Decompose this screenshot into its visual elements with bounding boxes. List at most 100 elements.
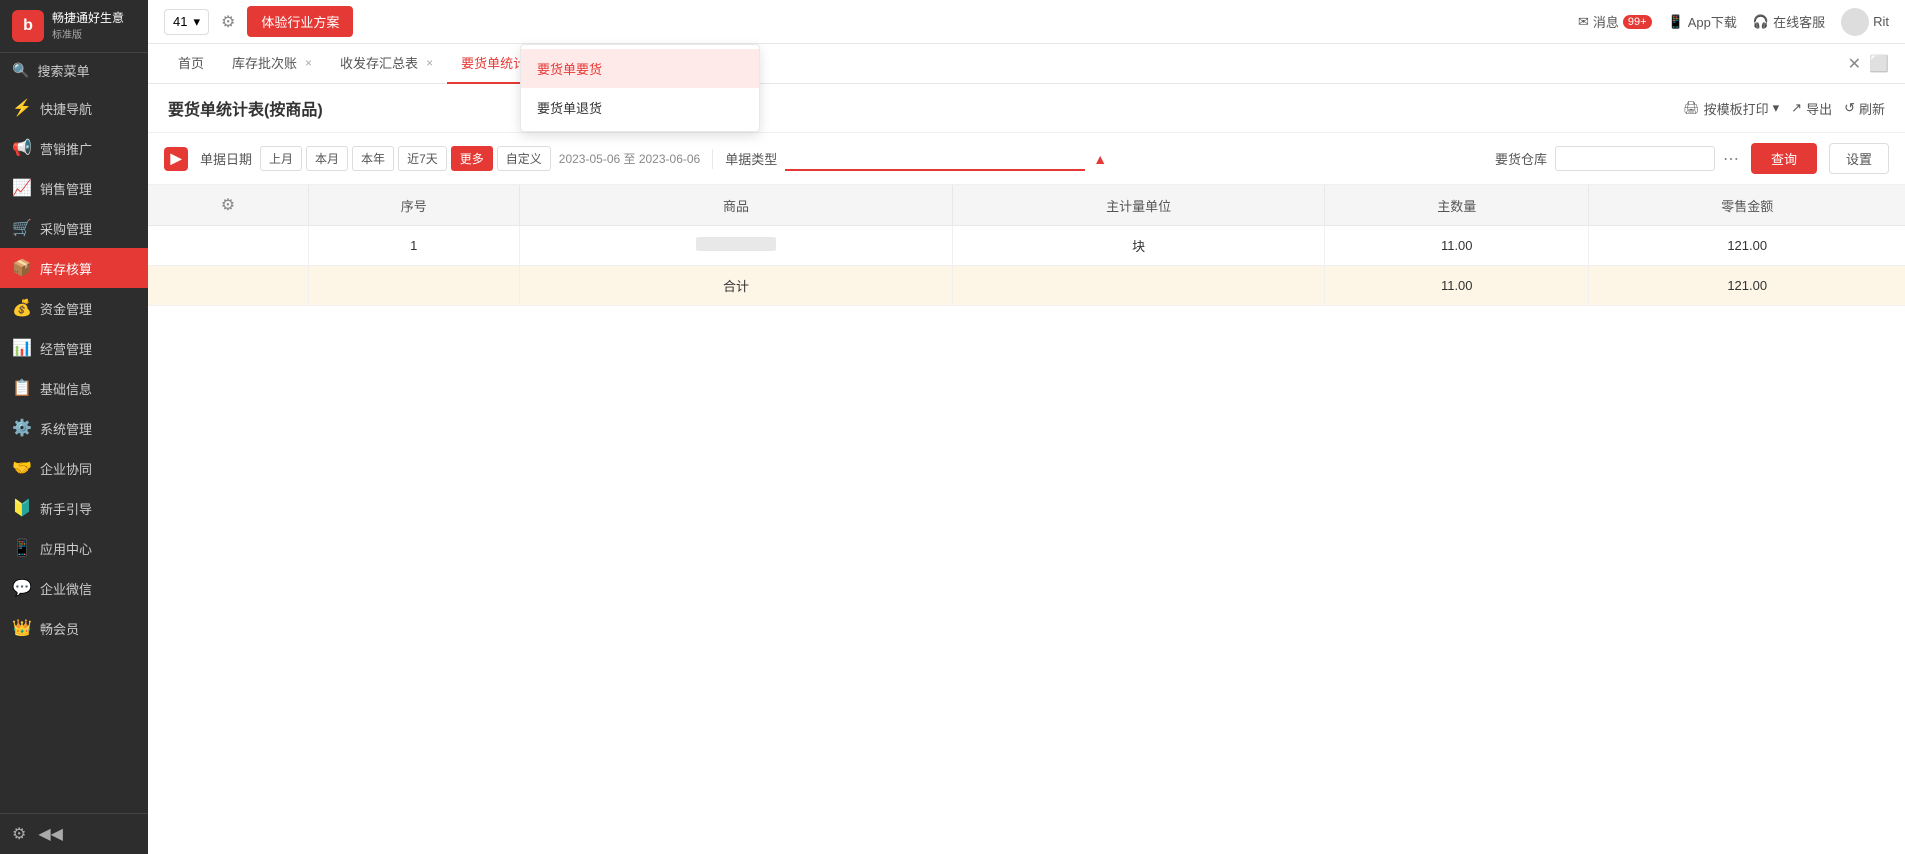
tab-batch-account-close[interactable]: ×	[305, 56, 312, 70]
app-download-item[interactable]: 📱 App下载	[1668, 12, 1737, 31]
refresh-btn[interactable]: ↺ 刷新	[1844, 99, 1885, 118]
warehouse-filter-label: 要货仓库	[1495, 149, 1547, 168]
table-settings-icon[interactable]: ⚙	[221, 197, 235, 214]
message-icon: ✉	[1578, 14, 1589, 30]
tab-home[interactable]: 首页	[164, 44, 218, 84]
online-service-item[interactable]: 🎧 在线客服	[1753, 12, 1825, 31]
sidebar-item-guide[interactable]: 🔰 新手引导	[0, 488, 148, 528]
export-label: 导出	[1806, 99, 1832, 118]
sidebar-item-member[interactable]: 👑 畅会员	[0, 608, 148, 648]
type-filter-label: 单据类型	[725, 149, 777, 168]
tab-batch-account[interactable]: 库存批次账 ×	[218, 44, 326, 84]
sidebar: b 畅捷通好生意 标准版 🔍 搜索菜单 ⚡ 快捷导航 📢 营销推广 📈 销售管理…	[0, 0, 148, 854]
filter-bar: ▶ 单据日期 上月 本月 本年 近7天 更多 自定义 2023-05-06 至 …	[148, 133, 1905, 185]
sidebar-item-finance-label: 资金管理	[40, 299, 92, 318]
topbar-gear-icon[interactable]: ⚙	[221, 12, 235, 32]
sidebar-logo-text-group: 畅捷通好生意 标准版	[52, 11, 124, 42]
col-header-seq: 序号	[308, 185, 519, 226]
print-icon: 🖨	[1683, 100, 1700, 116]
sidebar-item-quick-nav[interactable]: ⚡ 快捷导航	[0, 88, 148, 128]
last-7days-btn[interactable]: 近7天	[398, 146, 447, 171]
filter-expand-btn[interactable]: ▶	[164, 147, 188, 171]
sidebar-item-enterprise[interactable]: 🤝 企业协同	[0, 448, 148, 488]
inventory-icon: 📦	[12, 258, 32, 278]
chevron-down-icon: ▾	[1773, 100, 1780, 116]
headset-icon: 🎧	[1753, 14, 1769, 30]
type-filter-input[interactable]	[785, 146, 1085, 171]
export-btn[interactable]: ↗ 导出	[1791, 99, 1832, 118]
warehouse-filter-group: 要货仓库 ⋯	[1495, 146, 1739, 171]
topbar: 41 ▾ ⚙ 体验行业方案 ✉ 消息 99+ 📱 App下载 🎧 在线客服 R	[148, 0, 1905, 44]
date-filter-group: 单据日期 上月 本月 本年 近7天 更多 自定义 2023-05-06 至 20…	[200, 146, 700, 171]
sidebar-item-quick-nav-label: 快捷导航	[40, 99, 92, 118]
sidebar-item-system[interactable]: ⚙️ 系统管理	[0, 408, 148, 448]
table-row: 1 块 11.00 121.00	[148, 226, 1905, 266]
settings-button[interactable]: 设置	[1829, 143, 1889, 174]
page-header-actions: 🖨 按模板打印 ▾ ↗ 导出 ↺ 刷新	[1683, 99, 1885, 118]
last-month-btn[interactable]: 上月	[260, 146, 302, 171]
sidebar-item-operation[interactable]: 📊 经营管理	[0, 328, 148, 368]
warehouse-filter-input[interactable]	[1555, 146, 1715, 171]
company-selector[interactable]: 41 ▾	[164, 9, 209, 35]
sidebar-item-purchase[interactable]: 🛒 采购管理	[0, 208, 148, 248]
close-all-tabs-icon[interactable]: ✕	[1848, 54, 1861, 74]
sidebar-item-wechat-label: 企业微信	[40, 579, 92, 598]
sidebar-item-finance[interactable]: 💰 资金管理	[0, 288, 148, 328]
settings-icon[interactable]: ⚙	[12, 824, 26, 844]
app-name: 畅捷通好生意	[52, 11, 124, 27]
table-header-row: ⚙ 序号 商品 主计量单位 主数量 零售金额	[148, 185, 1905, 226]
guide-icon: 🔰	[12, 498, 32, 518]
message-label: 消息	[1593, 12, 1619, 31]
restore-tab-icon[interactable]: ⬜	[1869, 54, 1889, 74]
tab-recv-send[interactable]: 收发存汇总表 ×	[326, 44, 447, 84]
sidebar-item-enterprise-label: 企业协同	[40, 459, 92, 478]
sidebar-item-marketing-label: 营销推广	[40, 139, 92, 158]
this-year-btn[interactable]: 本年	[352, 146, 394, 171]
warehouse-more-icon[interactable]: ⋯	[1723, 149, 1739, 169]
search-menu-label: 搜索菜单	[37, 61, 89, 80]
cell-row-select	[148, 226, 308, 266]
sidebar-item-guide-label: 新手引导	[40, 499, 92, 518]
sidebar-item-app-center[interactable]: 📱 应用中心	[0, 528, 148, 568]
type-filter-group: 单据类型 ▲	[725, 146, 1483, 171]
app-download-label: App下载	[1688, 12, 1737, 31]
print-template-btn[interactable]: 🖨 按模板打印 ▾	[1683, 99, 1779, 118]
tab-home-label: 首页	[178, 53, 204, 72]
app-center-icon: 📱	[12, 538, 32, 558]
page-header: 要货单统计表(按商品) 🖨 按模板打印 ▾ ↗ 导出 ↺ 刷新	[148, 84, 1905, 133]
sidebar-item-basic[interactable]: 📋 基础信息	[0, 368, 148, 408]
app-version: 标准版	[52, 26, 124, 41]
user-avatar-item[interactable]: Rit	[1841, 8, 1889, 36]
operation-icon: 📊	[12, 338, 32, 358]
sidebar-item-sales-label: 销售管理	[40, 179, 92, 198]
table-wrapper: ⚙ 序号 商品 主计量单位 主数量 零售金额 1	[148, 185, 1905, 306]
refresh-label: 刷新	[1859, 99, 1885, 118]
table-footer-row: 合计 11.00 121.00	[148, 266, 1905, 306]
search-menu-item[interactable]: 🔍 搜索菜单	[0, 53, 148, 88]
marketing-icon: 📢	[12, 138, 32, 158]
sidebar-item-inventory[interactable]: 📦 库存核算	[0, 248, 148, 288]
footer-cell-empty-1	[148, 266, 308, 306]
message-item[interactable]: ✉ 消息 99+	[1578, 12, 1652, 31]
trial-industry-button[interactable]: 体验行业方案	[247, 6, 353, 37]
tabs-actions: ✕ ⬜	[1848, 54, 1889, 74]
sidebar-item-sales[interactable]: 📈 销售管理	[0, 168, 148, 208]
query-button[interactable]: 查询	[1751, 143, 1817, 174]
type-filter-chevron-up-icon[interactable]: ▲	[1093, 151, 1107, 167]
collapse-sidebar-icon[interactable]: ◀◀	[38, 824, 63, 844]
sidebar-bottom: ⚙ ◀◀	[0, 813, 148, 854]
this-month-btn[interactable]: 本月	[306, 146, 348, 171]
company-selector-value: 41	[173, 14, 187, 29]
basic-icon: 📋	[12, 378, 32, 398]
date-range-display: 2023-05-06 至 2023-06-06	[559, 150, 700, 167]
sidebar-item-marketing[interactable]: 📢 营销推广	[0, 128, 148, 168]
dropdown-item-order-return[interactable]: 要货单退货	[521, 88, 759, 127]
tab-recv-send-close[interactable]: ×	[426, 56, 433, 70]
finance-icon: 💰	[12, 298, 32, 318]
more-date-btn[interactable]: 更多	[451, 146, 493, 171]
data-table: ⚙ 序号 商品 主计量单位 主数量 零售金额 1	[148, 185, 1905, 306]
custom-date-btn[interactable]: 自定义	[497, 146, 551, 171]
enterprise-icon: 🤝	[12, 458, 32, 478]
sidebar-item-wechat[interactable]: 💬 企业微信	[0, 568, 148, 608]
sidebar-logo: b 畅捷通好生意 标准版	[0, 0, 148, 53]
